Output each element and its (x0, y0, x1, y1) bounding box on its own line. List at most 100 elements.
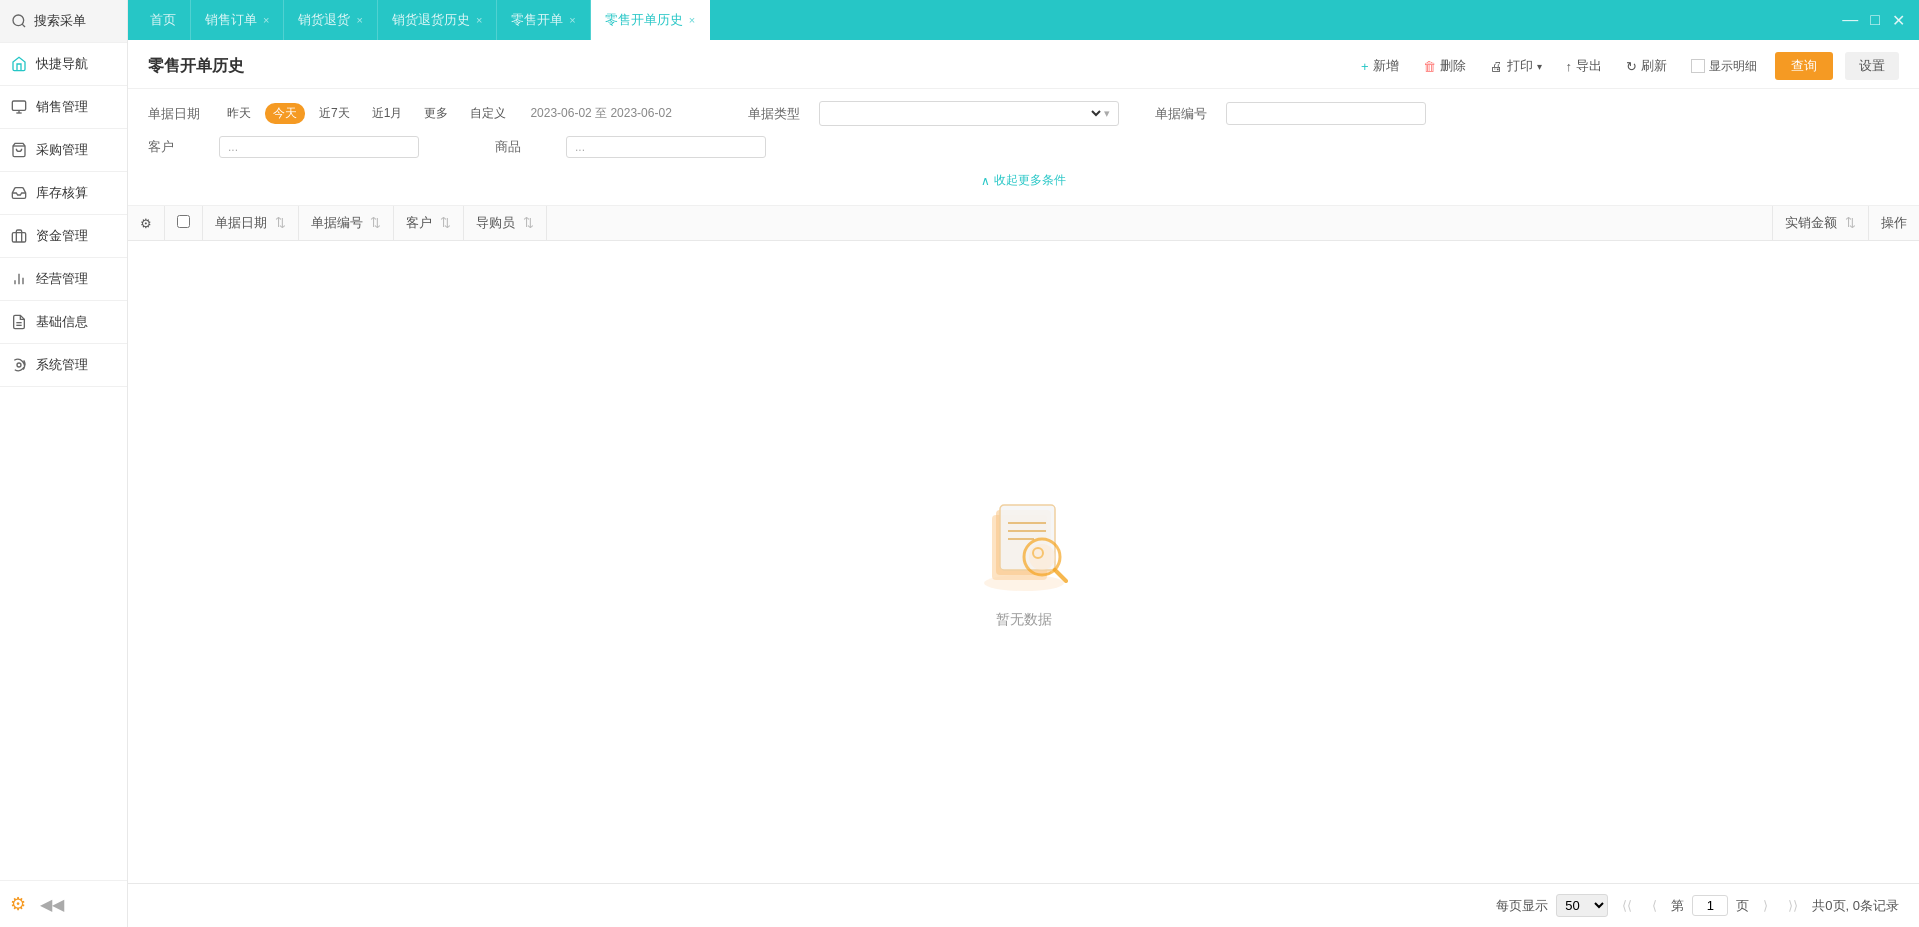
add-button[interactable]: + 新增 (1355, 53, 1405, 79)
per-page-select[interactable]: 50 10 20 100 (1556, 894, 1608, 917)
sys-icon (10, 356, 28, 374)
settings-label: 设置 (1859, 57, 1885, 75)
sidebar-item-ops-mgmt[interactable]: 经营管理 (0, 258, 127, 301)
last-page-btn[interactable]: ⟩⟩ (1782, 896, 1804, 915)
doc-type-select-input[interactable] (828, 105, 1104, 122)
settings-icon[interactable]: ⚙ (10, 893, 26, 915)
current-page-input[interactable] (1692, 895, 1728, 916)
table-container: ⚙ 单据日期 ⇅ 单据编号 ⇅ (128, 206, 1919, 883)
settings-button[interactable]: 设置 (1845, 52, 1899, 80)
sidebar-item-purchase-mgmt[interactable]: 采购管理 (0, 129, 127, 172)
sidebar-item-quick-nav[interactable]: 快捷导航 (0, 43, 127, 86)
th-settings[interactable]: ⚙ (128, 206, 165, 241)
first-page-btn[interactable]: ⟨⟨ (1616, 896, 1638, 915)
refresh-button[interactable]: ↻ 刷新 (1620, 53, 1673, 79)
tab-sales-return-label: 销货退货 (298, 11, 350, 29)
doc-no-input-wrap (1226, 102, 1426, 125)
export-label: 导出 (1576, 57, 1602, 75)
next-page-btn[interactable]: ⟩ (1757, 896, 1774, 915)
query-button[interactable]: 查询 (1775, 52, 1833, 80)
th-salesperson-label: 导购员 (476, 215, 515, 230)
th-doc-date-label: 单据日期 (215, 215, 267, 230)
sort-icon: ⇅ (523, 215, 534, 230)
tab-sales-order-close[interactable]: × (263, 14, 269, 26)
close-btn[interactable]: ✕ (1892, 11, 1905, 30)
collapse-icon: ∧ (981, 174, 990, 188)
query-label: 查询 (1791, 57, 1817, 75)
main-content: 首页 销售订单 × 销货退货 × 销货退货历史 × 零售开单 × 零售开单历史 … (128, 0, 1919, 927)
display-detail-button[interactable]: 显示明细 (1685, 54, 1763, 79)
th-checkbox[interactable] (165, 206, 203, 241)
date-btn-yesterday[interactable]: 昨天 (219, 103, 259, 124)
select-all-checkbox[interactable] (177, 215, 190, 228)
print-button[interactable]: 🖨 打印 ▾ (1484, 53, 1548, 79)
customer-filter-input[interactable]: ... (219, 136, 419, 158)
th-action-label: 操作 (1881, 215, 1907, 230)
tab-retail-open-history-label: 零售开单历史 (605, 11, 683, 29)
tab-sales-return-close[interactable]: × (356, 14, 362, 26)
collapse-bar[interactable]: ∧ 收起更多条件 (148, 168, 1899, 193)
sidebar-item-finance[interactable]: 资金管理 (0, 215, 127, 258)
page-header: 零售开单历史 + 新增 🗑 删除 🖨 打印 ▾ ↑ 导出 (128, 40, 1919, 89)
th-salesperson[interactable]: 导购员 ⇅ (463, 206, 546, 241)
tab-sales-order[interactable]: 销售订单 × (191, 0, 284, 40)
th-doc-date[interactable]: 单据日期 ⇅ (203, 206, 299, 241)
tab-retail-open-close[interactable]: × (569, 14, 575, 26)
sidebar-item-sales-mgmt[interactable]: 销售管理 (0, 86, 127, 129)
tab-retail-open[interactable]: 零售开单 × (497, 0, 590, 40)
th-actual-amount[interactable]: 实销金额 ⇅ (1773, 206, 1869, 241)
refresh-label: 刷新 (1641, 57, 1667, 75)
tab-retail-open-label: 零售开单 (511, 11, 563, 29)
table-header-row: ⚙ 单据日期 ⇅ 单据编号 ⇅ (128, 206, 1919, 241)
display-detail-checkbox[interactable] (1691, 59, 1705, 73)
sidebar-item-inventory[interactable]: 库存核算 (0, 172, 127, 215)
sidebar-item-label: 快捷导航 (36, 55, 88, 73)
tab-retail-open-history-close[interactable]: × (689, 14, 695, 26)
svg-point-0 (13, 15, 24, 26)
print-label: 打印 (1507, 57, 1533, 75)
tab-sales-return[interactable]: 销货退货 × (284, 0, 377, 40)
inventory-icon (10, 184, 28, 202)
tab-sales-return-history[interactable]: 销货退货历史 × (378, 0, 497, 40)
th-spacer (546, 206, 1773, 241)
export-button[interactable]: ↑ 导出 (1560, 53, 1609, 79)
svg-line-1 (22, 24, 25, 27)
sidebar-item-basic-info[interactable]: 基础信息 (0, 301, 127, 344)
th-customer[interactable]: 客户 ⇅ (394, 206, 464, 241)
date-btn-more[interactable]: 更多 (416, 103, 456, 124)
th-doc-no[interactable]: 单据编号 ⇅ (298, 206, 394, 241)
date-btn-today[interactable]: 今天 (265, 103, 305, 124)
date-btn-7days[interactable]: 近7天 (311, 103, 358, 124)
sales-icon (10, 98, 28, 116)
finance-icon (10, 227, 28, 245)
sidebar-search[interactable]: 搜索采单 (0, 0, 127, 43)
delete-button[interactable]: 🗑 删除 (1417, 53, 1472, 79)
data-table: ⚙ 单据日期 ⇅ 单据编号 ⇅ (128, 206, 1919, 241)
maximize-btn[interactable]: □ (1870, 11, 1880, 30)
print-arrow: ▾ (1537, 61, 1542, 72)
page-suffix: 页 (1736, 897, 1749, 915)
sidebar-item-sys-mgmt[interactable]: 系统管理 (0, 344, 127, 387)
sidebar-item-label: 系统管理 (36, 356, 88, 374)
date-btn-1month[interactable]: 近1月 (364, 103, 411, 124)
minimize-btn[interactable]: — (1842, 11, 1858, 30)
doc-type-filter-label: 单据类型 (748, 105, 803, 123)
collapse-label: 收起更多条件 (994, 172, 1066, 189)
doc-no-input[interactable] (1235, 106, 1417, 121)
tab-home[interactable]: 首页 (136, 0, 191, 40)
empty-text: 暂无数据 (996, 611, 1052, 629)
product-filter-input[interactable]: ... (566, 136, 766, 158)
sidebar-item-label: 基础信息 (36, 313, 88, 331)
doc-type-select[interactable]: ▾ (819, 101, 1119, 126)
prev-page-btn[interactable]: ⟨ (1646, 896, 1663, 915)
sidebar-item-label: 库存核算 (36, 184, 88, 202)
collapse-icon[interactable]: ◀◀ (40, 895, 64, 914)
tab-retail-open-history[interactable]: 零售开单历史 × (591, 0, 710, 40)
filter-row-2: 客户 ... 商品 ... (148, 136, 1899, 158)
date-btn-custom[interactable]: 自定义 (462, 103, 514, 124)
filter-row-1: 单据日期 昨天 今天 近7天 近1月 更多 自定义 2023-06-02 至 2… (148, 101, 1899, 126)
settings-icon: ⚙ (140, 216, 152, 231)
display-detail-label: 显示明细 (1709, 58, 1757, 75)
tab-sales-return-history-close[interactable]: × (476, 14, 482, 26)
tab-sales-return-history-label: 销货退货历史 (392, 11, 470, 29)
